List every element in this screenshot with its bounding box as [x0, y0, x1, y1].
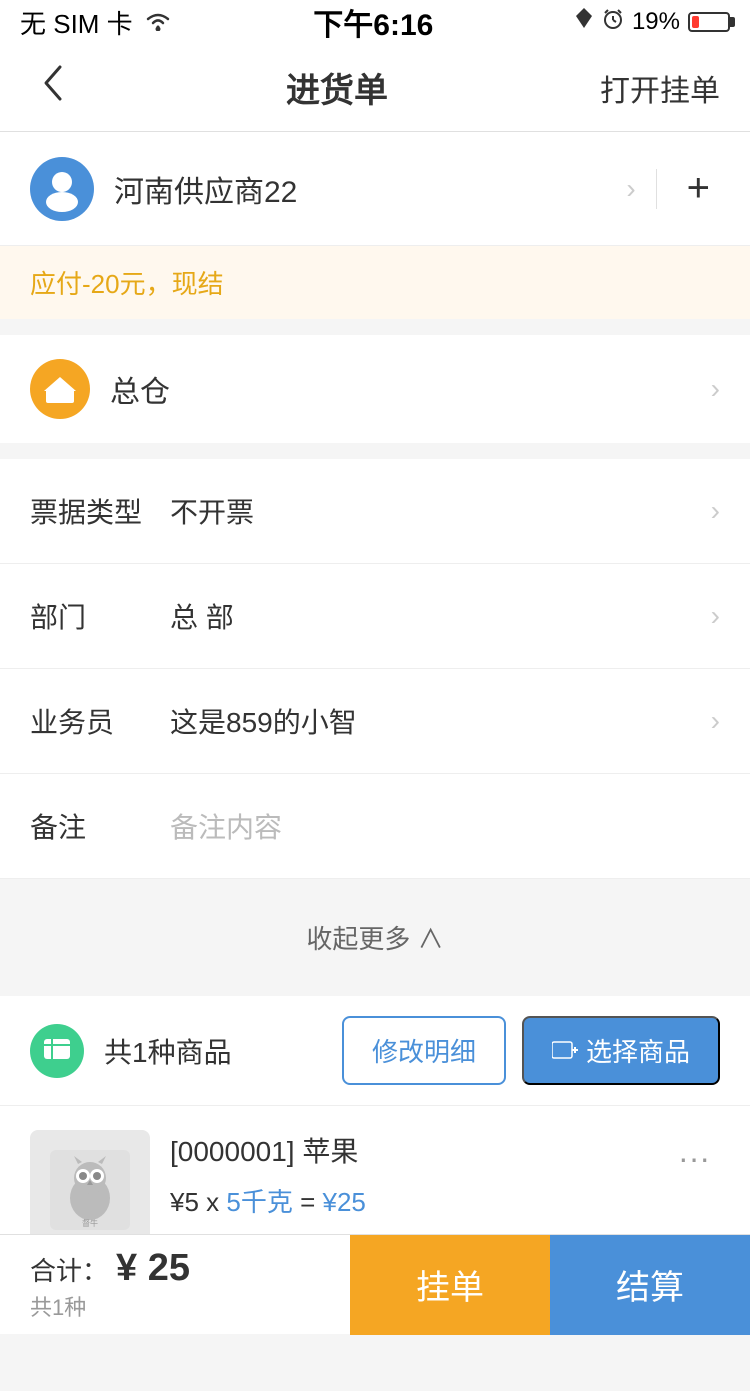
back-button[interactable] — [30, 53, 74, 122]
bottom-total: 合计： ¥ 25 共1种 — [0, 1247, 350, 1322]
product-info: [0000001] 苹果 ¥5 x 5千克 = ¥25 — [170, 1130, 668, 1219]
product-quantity: 5千克 — [226, 1187, 292, 1217]
supplier-name: 河南供应商22 — [114, 167, 626, 211]
department-value: 总 部 — [170, 596, 711, 636]
department-chevron-icon: › — [711, 600, 720, 632]
department-row[interactable]: 部门 总 部 › — [0, 564, 750, 669]
status-bar-right: 19% — [574, 8, 730, 37]
carrier-text: 无 SIM 卡 — [20, 4, 133, 41]
department-label: 部门 — [30, 596, 170, 636]
product-thumbnail: 督牛 — [30, 1130, 150, 1250]
form-section: 票据类型 不开票 › 部门 总 部 › 业务员 这是859的小智 › 备注 备注… — [0, 459, 750, 879]
product-price-row: ¥5 x 5千克 = ¥25 — [170, 1182, 668, 1219]
product-header: 共1种商品 修改明细 选择商品 — [0, 996, 750, 1106]
select-product-button[interactable]: 选择商品 — [522, 1016, 720, 1085]
svg-text:督牛: 督牛 — [82, 1218, 98, 1228]
product-equals: = — [300, 1187, 322, 1217]
product-code: [0000001] — [170, 1136, 302, 1167]
product-unit-price: ¥5 x — [170, 1187, 226, 1217]
bill-type-value: 不开票 — [170, 491, 711, 531]
salesman-label: 业务员 — [30, 701, 170, 741]
battery-text: 19% — [632, 8, 680, 36]
warehouse-row[interactable]: 总仓 › — [0, 335, 750, 443]
salesman-value: 这是859的小智 — [170, 701, 711, 741]
salesman-chevron-icon: › — [711, 705, 720, 737]
wifi-icon — [143, 7, 173, 38]
battery-icon — [688, 12, 730, 32]
bottom-bar: 合计： ¥ 25 共1种 挂单 结算 — [0, 1234, 750, 1334]
status-bar-left: 无 SIM 卡 — [20, 4, 173, 41]
divider — [656, 169, 657, 209]
total-sub-text: 共1种 — [30, 1290, 320, 1322]
checkout-button[interactable]: 结算 — [550, 1235, 750, 1335]
supplier-chevron-icon: › — [626, 173, 635, 205]
warehouse-icon — [30, 359, 90, 419]
remark-row[interactable]: 备注 备注内容 — [0, 774, 750, 879]
product-count-text: 共1种商品 — [104, 1031, 342, 1071]
supplier-avatar — [30, 157, 94, 221]
nav-bar: 进货单 打开挂单 — [0, 44, 750, 132]
page-title: 进货单 — [286, 63, 388, 112]
product-subtotal: ¥25 — [323, 1187, 366, 1217]
total-amount: ¥ 25 — [116, 1247, 190, 1290]
total-label: 合计： ¥ 25 — [30, 1247, 320, 1290]
remark-placeholder: 备注内容 — [170, 806, 720, 846]
bill-type-chevron-icon: › — [711, 495, 720, 527]
status-bar: 无 SIM 卡 下午6:16 19% — [0, 0, 750, 44]
location-icon — [574, 8, 594, 37]
alarm-icon — [602, 8, 624, 37]
bill-type-row[interactable]: 票据类型 不开票 › — [0, 459, 750, 564]
product-name: [0000001] 苹果 — [170, 1130, 668, 1170]
status-bar-time: 下午6:16 — [313, 0, 433, 44]
product-title: 苹果 — [302, 1136, 358, 1167]
select-product-label: 选择商品 — [586, 1032, 690, 1069]
bill-type-label: 票据类型 — [30, 491, 170, 531]
warehouse-name: 总仓 — [110, 367, 711, 411]
collapse-button[interactable]: 收起更多 ∧ — [0, 895, 750, 980]
product-more-button[interactable]: ··· — [668, 1130, 720, 1187]
product-cart-icon — [30, 1024, 84, 1078]
open-hang-button[interactable]: 打开挂单 — [600, 66, 720, 110]
add-supplier-button[interactable]: + — [677, 156, 720, 221]
hang-button[interactable]: 挂单 — [350, 1235, 550, 1335]
edit-detail-button[interactable]: 修改明细 — [342, 1016, 506, 1085]
supplier-info-banner: 应付-20元，现结 — [0, 246, 750, 319]
warehouse-chevron-icon: › — [711, 373, 720, 405]
remark-label: 备注 — [30, 806, 170, 846]
salesman-row[interactable]: 业务员 这是859的小智 › — [0, 669, 750, 774]
supplier-row[interactable]: 河南供应商22 › + — [0, 132, 750, 246]
supplier-section: 河南供应商22 › + 应付-20元，现结 — [0, 132, 750, 319]
total-label-text: 合计： — [30, 1251, 108, 1288]
